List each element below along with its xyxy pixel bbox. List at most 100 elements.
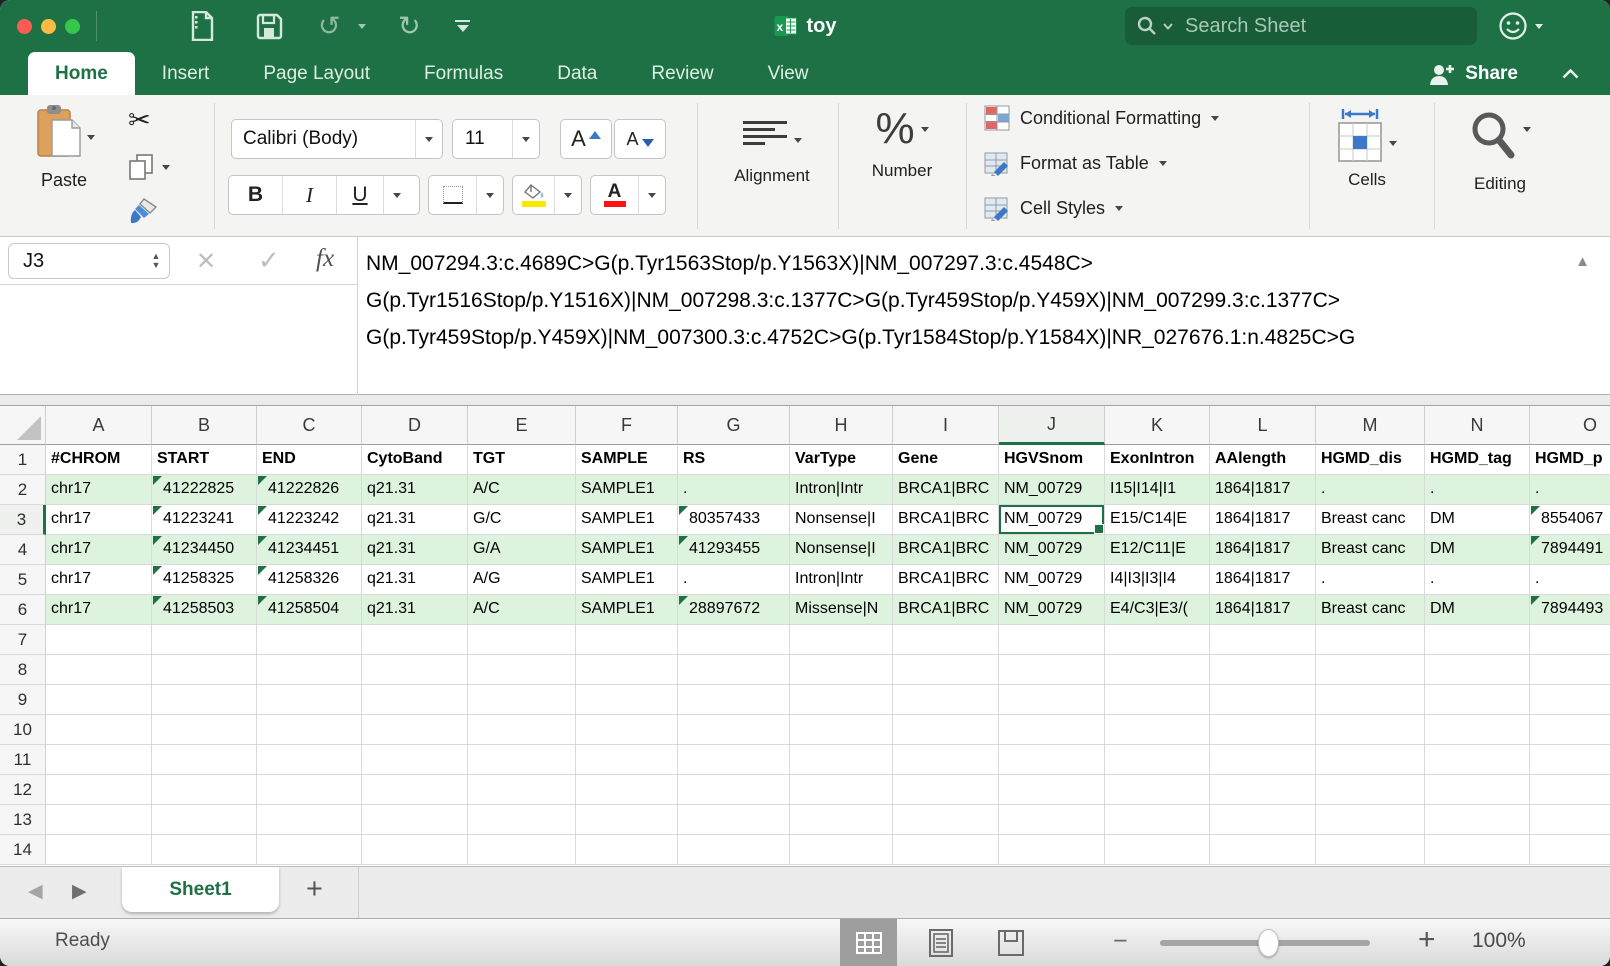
cell-G3[interactable]: 80357433 [678,505,790,535]
row-header-2[interactable]: 2 [0,475,46,505]
cell-G10[interactable] [678,715,790,745]
cell-I3[interactable]: BRCA1|BRC [893,505,999,535]
format-as-table-button[interactable]: Format as Table [984,150,1167,176]
cell-N7[interactable] [1425,625,1530,655]
cell-M5[interactable]: . [1316,565,1425,595]
cell-H10[interactable] [790,715,893,745]
cell-K5[interactable]: I4|I3|I3|I4 [1105,565,1210,595]
cell-N4[interactable]: DM [1425,535,1530,565]
cell-N10[interactable] [1425,715,1530,745]
cell-N9[interactable] [1425,685,1530,715]
cell-C10[interactable] [257,715,362,745]
cell-D9[interactable] [362,685,468,715]
cell-L4[interactable]: 1864|1817 [1210,535,1316,565]
cell-E5[interactable]: A/G [468,565,576,595]
cell-O13[interactable] [1530,805,1610,835]
cell-H4[interactable]: Nonsense|I [790,535,893,565]
cell-L14[interactable] [1210,835,1316,865]
cell-D11[interactable] [362,745,468,775]
cell-A11[interactable] [46,745,152,775]
cell-K3[interactable]: E15/C14|E [1105,505,1210,535]
font-name-select[interactable]: Calibri (Body) [231,119,443,159]
cell-C6[interactable]: 41258504 [257,595,362,625]
row-header-5[interactable]: 5 [0,565,46,595]
increase-font-size-button[interactable]: A [560,119,612,159]
cell-E14[interactable] [468,835,576,865]
cell-K9[interactable] [1105,685,1210,715]
next-sheet-button[interactable]: ▶ [72,880,87,903]
row-header-1[interactable]: 1 [0,445,46,475]
cell-L9[interactable] [1210,685,1316,715]
ribbon-tab-view[interactable]: View [741,52,836,95]
cell-H12[interactable] [790,775,893,805]
cell-O2[interactable]: . [1530,475,1610,505]
cell-A13[interactable] [46,805,152,835]
cell-C5[interactable]: 41258326 [257,565,362,595]
normal-view-button[interactable] [840,919,897,966]
formula-input[interactable]: NM_007294.3:c.4689C>G(p.Tyr1563Stop/p.Y1… [366,245,1564,394]
cell-D2[interactable]: q21.31 [362,475,468,505]
cell-H1[interactable]: VarType [790,445,893,475]
cell-G7[interactable] [678,625,790,655]
cell-F11[interactable] [576,745,678,775]
cell-O11[interactable] [1530,745,1610,775]
row-header-9[interactable]: 9 [0,685,46,715]
cell-D13[interactable] [362,805,468,835]
cell-B2[interactable]: 41222825 [152,475,257,505]
cut-button[interactable]: ✂ [128,105,151,136]
cell-O12[interactable] [1530,775,1610,805]
cell-J3[interactable]: NM_00729 [999,505,1105,535]
cell-B11[interactable] [152,745,257,775]
paste-button[interactable] [34,103,95,161]
cell-E3[interactable]: G/C [468,505,576,535]
cell-N3[interactable]: DM [1425,505,1530,535]
cell-C14[interactable] [257,835,362,865]
cell-B9[interactable] [152,685,257,715]
prev-sheet-button[interactable]: ◀ [28,880,43,903]
feedback-button[interactable] [1498,11,1543,41]
cell-J5[interactable]: NM_00729 [999,565,1105,595]
cell-C9[interactable] [257,685,362,715]
cell-J1[interactable]: HGVSnom [999,445,1105,475]
cell-N1[interactable]: HGMD_tag [1425,445,1530,475]
cell-D14[interactable] [362,835,468,865]
cell-F2[interactable]: SAMPLE1 [576,475,678,505]
column-header-F[interactable]: F [576,406,678,445]
cell-M9[interactable] [1316,685,1425,715]
cell-H2[interactable]: Intron|Intr [790,475,893,505]
cell-D4[interactable]: q21.31 [362,535,468,565]
cell-O7[interactable] [1530,625,1610,655]
name-box[interactable]: J3 ▲ ▼ [8,243,170,279]
cell-O10[interactable] [1530,715,1610,745]
cell-A2[interactable]: chr17 [46,475,152,505]
cell-N12[interactable] [1425,775,1530,805]
cell-B1[interactable]: START [152,445,257,475]
cell-M14[interactable] [1316,835,1425,865]
underline-button[interactable]: U [337,176,383,214]
cell-B3[interactable]: 41223241 [152,505,257,535]
fullscreen-button[interactable] [65,19,80,34]
font-size-select[interactable]: 11 [452,119,540,159]
cell-O1[interactable]: HGMD_p [1530,445,1610,475]
ribbon-tab-insert[interactable]: Insert [135,52,237,95]
cell-J4[interactable]: NM_00729 [999,535,1105,565]
page-break-view-button[interactable] [982,919,1039,966]
cell-E6[interactable]: A/C [468,595,576,625]
row-header-14[interactable]: 14 [0,835,46,865]
cell-A7[interactable] [46,625,152,655]
row-header-4[interactable]: 4 [0,535,46,565]
cell-B8[interactable] [152,655,257,685]
cell-D3[interactable]: q21.31 [362,505,468,535]
cell-M13[interactable] [1316,805,1425,835]
ribbon-tab-formulas[interactable]: Formulas [397,52,530,95]
cell-M10[interactable] [1316,715,1425,745]
cell-C3[interactable]: 41223242 [257,505,362,535]
cell-N8[interactable] [1425,655,1530,685]
column-header-I[interactable]: I [893,406,999,445]
cell-I8[interactable] [893,655,999,685]
cell-B13[interactable] [152,805,257,835]
cell-A10[interactable] [46,715,152,745]
cell-C1[interactable]: END [257,445,362,475]
cell-K12[interactable] [1105,775,1210,805]
cell-H8[interactable] [790,655,893,685]
